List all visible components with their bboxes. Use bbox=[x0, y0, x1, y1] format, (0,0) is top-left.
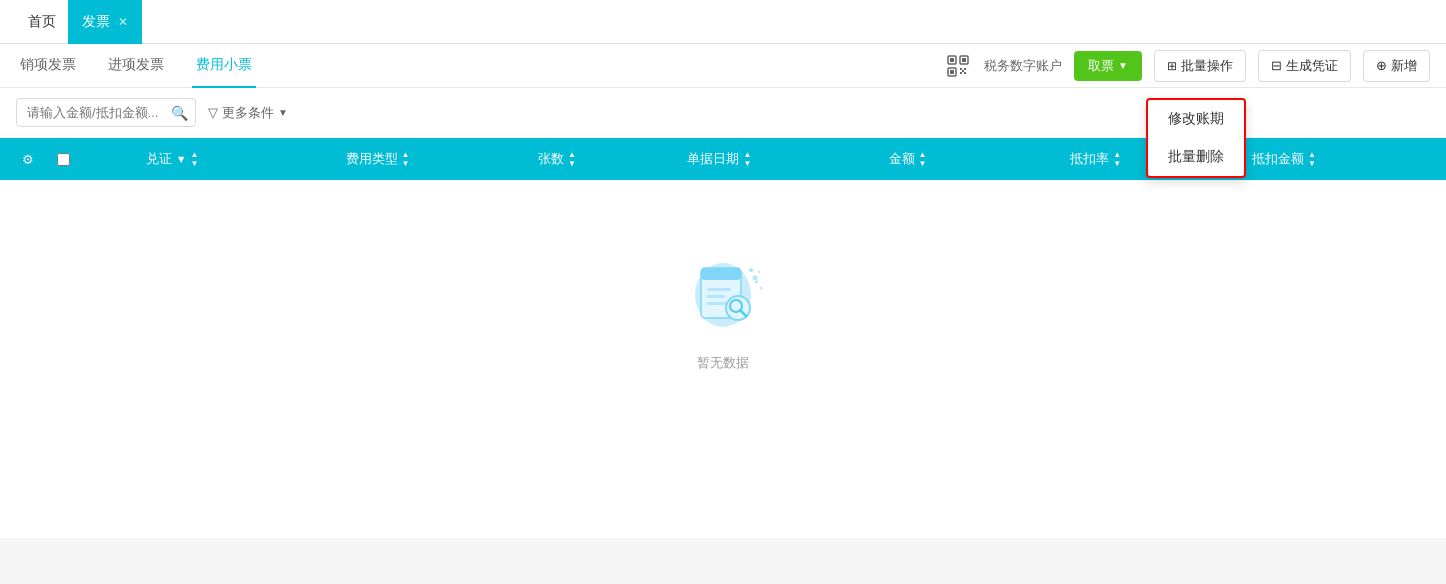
tab-expense-receipt[interactable]: 费用小票 bbox=[192, 44, 256, 88]
search-wrap: 🔍 bbox=[16, 98, 196, 127]
tab-purchase-invoice[interactable]: 进项发票 bbox=[104, 44, 168, 88]
svg-rect-6 bbox=[960, 68, 962, 70]
svg-rect-15 bbox=[707, 295, 725, 298]
th-count-col[interactable]: 张数 ▲ ▼ bbox=[489, 150, 626, 168]
search-icon: 🔍 bbox=[171, 105, 188, 121]
main-content: ⚙ 兑证 ▼ ▲ ▼ 费用类型 ▲ ▼ 张数 ▲ ▼ bbox=[0, 138, 1446, 538]
th-deduct-amount-label: 抵扣金额 bbox=[1252, 150, 1304, 168]
search-input[interactable] bbox=[16, 98, 196, 127]
top-nav: 首页 发票 ✕ bbox=[0, 0, 1446, 44]
invoice-tab[interactable]: 发票 ✕ bbox=[68, 0, 142, 44]
th-count-label: 张数 bbox=[538, 150, 564, 168]
svg-rect-14 bbox=[707, 288, 731, 291]
home-tab[interactable]: 首页 bbox=[16, 0, 68, 44]
date-sort: ▲ ▼ bbox=[743, 151, 751, 168]
th-amount-col[interactable]: 金额 ▲ ▼ bbox=[813, 150, 1001, 168]
deduct-amount-sort: ▲ ▼ bbox=[1308, 151, 1316, 168]
sub-nav-right: 税务数字账户 取票 ▼ ⊞ 批量操作 修改账期 批量删除 ⊟ 生成凭证 ⊕ 新增 bbox=[944, 50, 1430, 82]
generate-voucher-button[interactable]: ⊟ 生成凭证 bbox=[1258, 50, 1351, 82]
th-expense-type-col[interactable]: 费用类型 ▲ ▼ bbox=[266, 150, 489, 168]
sub-nav-left: 销项发票 进项发票 费用小票 bbox=[16, 44, 256, 88]
generate-voucher-label: 生成凭证 bbox=[1286, 57, 1338, 75]
chevron-down-icon: ▼ bbox=[278, 107, 288, 118]
add-new-button[interactable]: ⊕ 新增 bbox=[1363, 50, 1430, 82]
svg-rect-1 bbox=[950, 58, 954, 62]
th-amount-label: 金额 bbox=[889, 150, 915, 168]
modify-period-item[interactable]: 修改账期 bbox=[1148, 100, 1244, 138]
qr-code-icon[interactable] bbox=[944, 52, 972, 80]
svg-point-20 bbox=[753, 276, 758, 281]
batch-ops-label: 批量操作 bbox=[1181, 57, 1233, 75]
svg-rect-10 bbox=[962, 70, 964, 72]
deduct-rate-sort: ▲ ▼ bbox=[1113, 151, 1121, 168]
empty-text: 暂无数据 bbox=[697, 354, 749, 372]
svg-rect-3 bbox=[962, 58, 966, 62]
th-checkbox[interactable] bbox=[48, 153, 78, 166]
amount-sort: ▲ ▼ bbox=[919, 151, 927, 168]
th-expense-type-label: 费用类型 bbox=[346, 150, 398, 168]
take-ticket-label: 取票 bbox=[1088, 57, 1114, 75]
count-sort: ▲ ▼ bbox=[568, 151, 576, 168]
select-all-checkbox[interactable] bbox=[57, 153, 70, 166]
batch-delete-item[interactable]: 批量删除 bbox=[1148, 138, 1244, 176]
svg-point-21 bbox=[760, 287, 763, 290]
take-ticket-button[interactable]: 取票 ▼ bbox=[1074, 51, 1142, 81]
batch-ops-wrap: ⊞ 批量操作 修改账期 批量删除 bbox=[1154, 50, 1246, 82]
th-settings[interactable]: ⚙ bbox=[8, 152, 48, 167]
close-icon[interactable]: ✕ bbox=[118, 15, 128, 29]
tab-sales-invoice[interactable]: 销项发票 bbox=[16, 44, 80, 88]
more-conditions-label: 更多条件 bbox=[222, 104, 274, 122]
empty-icon bbox=[673, 240, 773, 340]
invoice-tab-label: 发票 bbox=[82, 13, 110, 31]
svg-point-22 bbox=[749, 268, 753, 272]
batch-ops-button[interactable]: ⊞ 批量操作 bbox=[1154, 50, 1246, 82]
th-deduct-rate-label: 抵扣率 bbox=[1070, 150, 1109, 168]
chevron-down-icon: ▼ bbox=[1118, 60, 1128, 71]
svg-rect-13 bbox=[701, 268, 741, 280]
expense-type-sort: ▲ ▼ bbox=[402, 151, 410, 168]
batch-ops-icon: ⊞ bbox=[1167, 59, 1177, 73]
svg-rect-5 bbox=[950, 70, 954, 74]
tax-account-button[interactable]: 税务数字账户 bbox=[984, 57, 1062, 75]
add-new-label: 新增 bbox=[1391, 57, 1417, 75]
svg-rect-9 bbox=[964, 72, 966, 74]
th-voucher-col[interactable]: 兑证 ▼ ▲ ▼ bbox=[78, 150, 266, 168]
empty-state: 暂无数据 bbox=[0, 180, 1446, 412]
th-voucher-label: 兑证 bbox=[146, 150, 172, 168]
th-voucher-filter-icon: ▼ bbox=[176, 153, 187, 165]
filter-icon: ▽ bbox=[208, 105, 218, 120]
th-date-label: 单据日期 bbox=[687, 150, 739, 168]
svg-rect-7 bbox=[964, 68, 966, 70]
batch-ops-dropdown: 修改账期 批量删除 bbox=[1146, 98, 1246, 178]
voucher-icon: ⊟ bbox=[1271, 58, 1282, 73]
th-date-col[interactable]: 单据日期 ▲ ▼ bbox=[625, 150, 813, 168]
sub-nav: 销项发票 进项发票 费用小票 税务数字账户 取票 ▼ bbox=[0, 44, 1446, 88]
voucher-sort-arrows: ▲ ▼ bbox=[191, 151, 199, 168]
add-icon: ⊕ bbox=[1376, 58, 1387, 73]
svg-rect-8 bbox=[960, 72, 962, 74]
more-conditions-button[interactable]: ▽ 更多条件 ▼ bbox=[208, 104, 288, 122]
gear-icon: ⚙ bbox=[22, 152, 34, 167]
svg-point-23 bbox=[758, 271, 760, 273]
